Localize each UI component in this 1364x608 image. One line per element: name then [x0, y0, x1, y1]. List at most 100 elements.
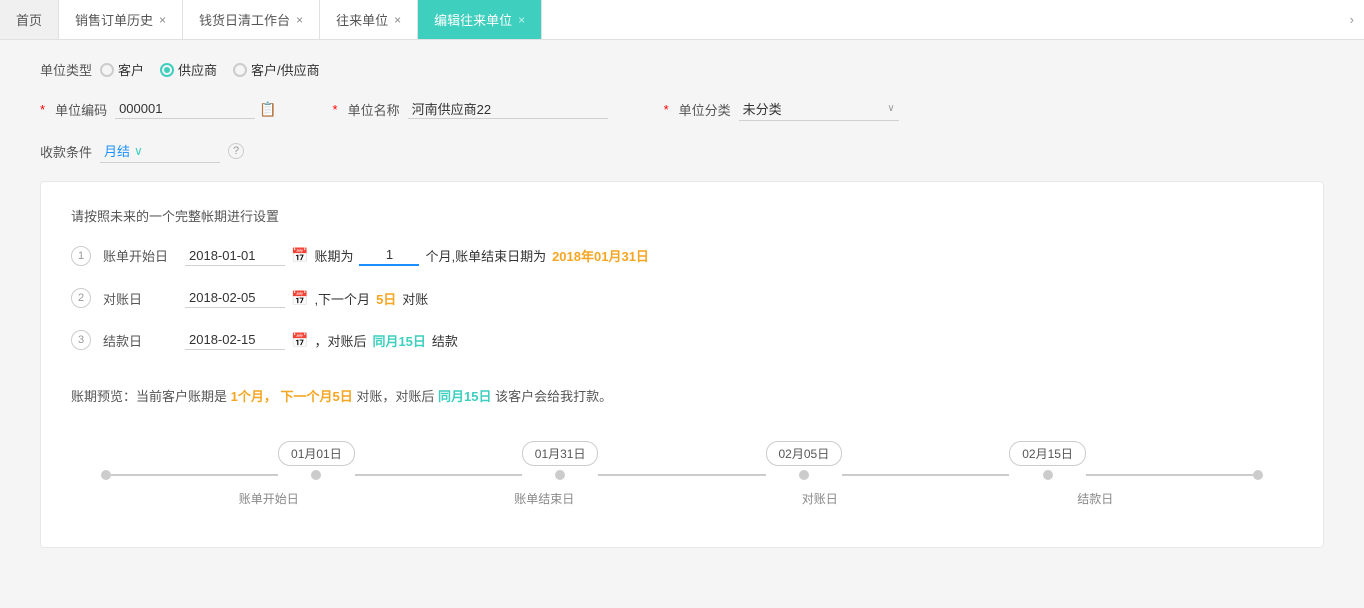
step-2-day-highlight: 5日 [376, 289, 396, 308]
unit-code-field: 📋 [115, 99, 276, 119]
preview-part5: 该客户会给我打款。 [495, 389, 612, 404]
unit-type-radio-group: 客户 供应商 客户/供应商 [100, 60, 320, 79]
unit-classify-label: 单位分类 [679, 100, 731, 119]
months-input[interactable] [359, 245, 419, 266]
close-icon[interactable]: × [159, 13, 166, 27]
radio-supplier-label: 供应商 [178, 60, 217, 79]
tl-bubble-3: 02月05日 [766, 441, 843, 466]
step-3-row: 3 结款日 📅 ，对账后 同月15日 结款 [71, 330, 1293, 350]
timeline-labels: 账单开始日 账单结束日 对账日 结款日 [101, 486, 1263, 507]
tab-more-button[interactable]: › [1340, 0, 1364, 39]
step-2-suffix2: 对账 [402, 289, 428, 308]
tl-label-3: 对账日 [682, 490, 958, 507]
preview-part4: 同月15日 [438, 389, 491, 404]
tl-seg-5 [1086, 474, 1253, 476]
help-icon[interactable]: ? [228, 143, 244, 159]
required-star-code: * [40, 102, 45, 117]
radio-circle-supplier [160, 63, 174, 77]
step-3-value: 📅 ，对账后 同月15日 结款 [185, 330, 458, 350]
tl-label-1: 账单开始日 [131, 490, 407, 507]
tab-edit-counterparty[interactable]: 编辑往来单位 × [418, 0, 542, 39]
tab-home[interactable]: 首页 [0, 0, 59, 39]
tab-counterparty[interactable]: 往来单位 × [320, 0, 418, 39]
chevron-right-icon: › [1350, 12, 1354, 27]
tl-node-2: 01月31日 [522, 441, 599, 480]
tl-node-1: 01月01日 [278, 441, 355, 480]
tl-bubble-1: 01月01日 [278, 441, 355, 466]
step-2-value: 📅 ,下一个月 5日 对账 [185, 288, 428, 308]
tl-bubble-2: 01月31日 [522, 441, 599, 466]
step-3-suffix: ，对账后 [314, 331, 366, 350]
timeline-section: 01月01日 01月31日 02月05日 [71, 421, 1293, 523]
unit-name-input[interactable] [408, 99, 608, 119]
payment-terms-value: 月结 [104, 141, 130, 160]
unit-classify-dropdown[interactable]: 未分类 ∨ [739, 97, 899, 121]
step-3-day-highlight: 同月15日 [372, 331, 425, 350]
payment-terms-row: 收款条件 月结 ∨ ? [40, 139, 1324, 163]
unit-info-row: * 单位编码 📋 * 单位名称 * 单位分类 未分类 ∨ [40, 97, 1324, 121]
step-1-suffix-before: 账期为 [314, 246, 353, 265]
tl-seg-4 [842, 474, 1009, 476]
radio-circle-customer-supplier [233, 63, 247, 77]
tab-bar: 首页 销售订单历史 × 钱货日清工作台 × 往来单位 × 编辑往来单位 × › [0, 0, 1364, 40]
step-1-value: 📅 账期为 个月,账单结束日期为 2018年01月31日 [185, 245, 649, 266]
tl-bubble-4: 02月15日 [1009, 441, 1086, 466]
radio-customer-supplier[interactable]: 客户/供应商 [233, 60, 320, 79]
tl-seg-2 [355, 474, 522, 476]
step-3-num: 3 [71, 330, 91, 350]
step-3-label: 结款日 [103, 331, 173, 350]
preview-part3: 对账，对账后 [356, 389, 434, 404]
tl-label-4: 结款日 [958, 490, 1234, 507]
radio-customer-supplier-label: 客户/供应商 [251, 60, 320, 79]
unit-type-label: 单位类型 [40, 60, 92, 79]
tl-node-3: 02月05日 [766, 441, 843, 480]
step-3-suffix2: 结款 [432, 331, 458, 350]
step-1-suffix-after: 个月,账单结束日期为 [425, 246, 546, 265]
step-1-num: 1 [71, 246, 91, 266]
chevron-down-icon: ∨ [887, 103, 894, 114]
step-2-calendar-icon[interactable]: 📅 [291, 290, 308, 307]
unit-type-row: 单位类型 客户 供应商 客户/供应商 [40, 60, 1324, 79]
card-instruction: 请按照未来的一个完整帐期进行设置 [71, 206, 1293, 225]
step-1-row: 1 账单开始日 📅 账期为 个月,账单结束日期为 2018年01月31日 [71, 245, 1293, 266]
step-1-calendar-icon[interactable]: 📅 [291, 247, 308, 264]
tab-sales-order-history[interactable]: 销售订单历史 × [59, 0, 183, 39]
close-icon[interactable]: × [394, 13, 401, 27]
tl-seg-1 [111, 474, 278, 476]
step-2-suffix: ,下一个月 [314, 289, 370, 308]
preview-part2: 下一个月5日 [281, 389, 353, 404]
settings-card: 请按照未来的一个完整帐期进行设置 1 账单开始日 📅 账期为 个月,账单结束日期… [40, 181, 1324, 548]
copy-icon[interactable]: 📋 [259, 101, 276, 118]
close-icon[interactable]: × [296, 13, 303, 27]
radio-customer[interactable]: 客户 [100, 60, 144, 79]
preview-part1: 1个月， [231, 389, 277, 404]
step-2-label: 对账日 [103, 289, 173, 308]
step-1-end-date: 2018年01月31日 [552, 246, 649, 265]
close-icon[interactable]: × [518, 13, 525, 27]
payment-terms-label: 收款条件 [40, 142, 92, 161]
unit-code-input[interactable] [115, 99, 255, 119]
required-star-name: * [333, 102, 338, 117]
step-2-date-input[interactable] [185, 288, 285, 308]
step-1-label: 账单开始日 [103, 246, 173, 265]
tl-label-2: 账单结束日 [407, 490, 683, 507]
tl-start-dot [101, 470, 111, 480]
timeline-track: 01月01日 01月31日 02月05日 [101, 441, 1263, 480]
step-2-row: 2 对账日 📅 ,下一个月 5日 对账 [71, 288, 1293, 308]
tl-seg-3 [598, 474, 765, 476]
step-3-calendar-icon[interactable]: 📅 [291, 332, 308, 349]
unit-code-label: 单位编码 [55, 100, 107, 119]
radio-customer-label: 客户 [118, 60, 144, 79]
tab-cash-work[interactable]: 钱货日清工作台 × [183, 0, 320, 39]
unit-name-label: 单位名称 [348, 100, 400, 119]
step-2-num: 2 [71, 288, 91, 308]
dropdown-arrow-icon: ∨ [134, 144, 143, 158]
step-3-date-input[interactable] [185, 330, 285, 350]
radio-supplier[interactable]: 供应商 [160, 60, 217, 79]
tl-node-4: 02月15日 [1009, 441, 1086, 480]
tl-end-dot [1253, 470, 1263, 480]
payment-terms-dropdown[interactable]: 月结 ∨ [100, 139, 220, 163]
step-1-date-input[interactable] [185, 246, 285, 266]
preview-label: 账期预览：当前客户账期是 [71, 389, 227, 404]
required-star-classify: * [664, 102, 669, 117]
